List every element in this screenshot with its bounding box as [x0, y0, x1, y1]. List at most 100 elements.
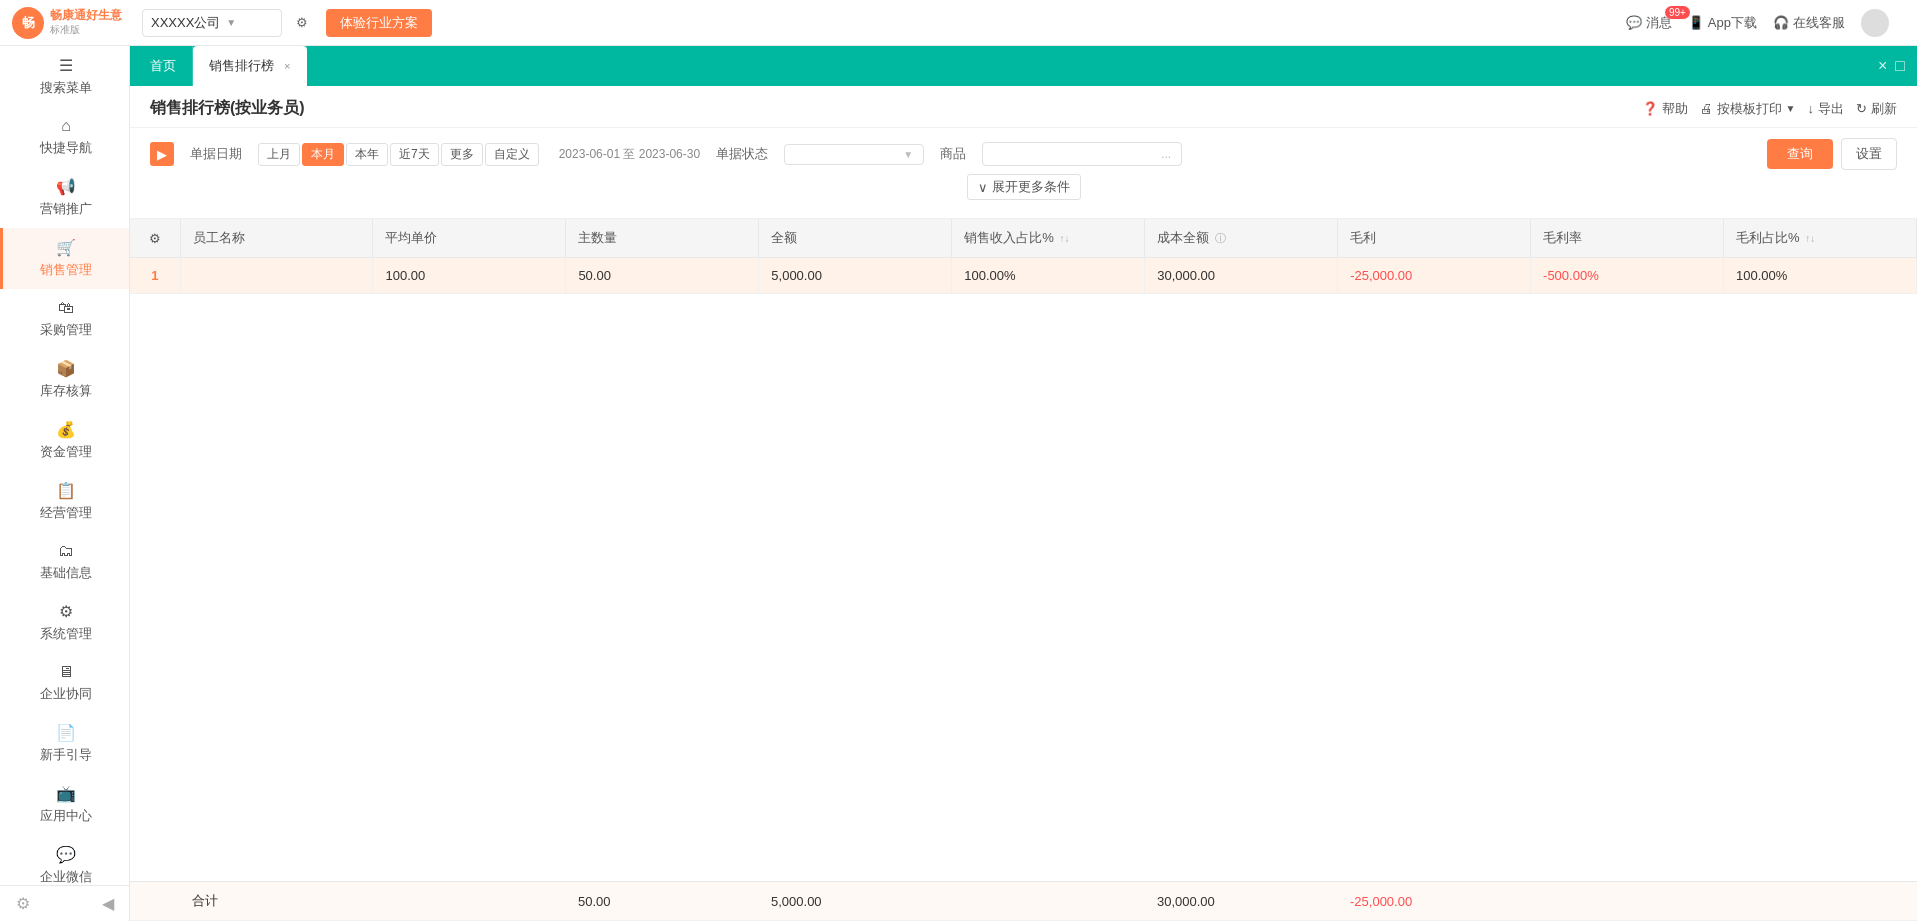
- sidebar-icon-6: 💰: [56, 420, 76, 439]
- print-icon: 🖨: [1700, 101, 1713, 116]
- export-button[interactable]: ↓ 导出: [1808, 100, 1845, 118]
- online-service-button[interactable]: 🎧 在线客服: [1773, 14, 1845, 32]
- sidebar-item-10[interactable]: 🖥 企业协同: [0, 653, 129, 713]
- data-table: ⚙ 员工名称 平均单价 主数量 全额 销售收入占比% ↑↓ 成本全额: [130, 219, 1917, 294]
- tab-bar: 首页 销售排行榜 × × □: [130, 46, 1917, 86]
- sidebar-item-4[interactable]: 🛍 采购管理: [0, 289, 129, 349]
- app-label: App下载: [1708, 14, 1757, 32]
- sidebar-item-8[interactable]: 🗂 基础信息: [0, 532, 129, 592]
- info-icon[interactable]: ⓘ: [1215, 232, 1226, 244]
- phone-icon: 📱: [1688, 15, 1704, 30]
- cell-rank: 1: [130, 258, 180, 294]
- service-label: 在线客服: [1793, 14, 1845, 32]
- action-buttons: 查询 设置: [1767, 138, 1897, 170]
- app-download-button[interactable]: 📱 App下载: [1688, 14, 1757, 32]
- tab-home[interactable]: 首页: [134, 46, 193, 86]
- date-btn-last-month[interactable]: 上月: [258, 143, 300, 166]
- logo-text: 畅康通好生意: [50, 8, 122, 24]
- settings-icon[interactable]: ⚙: [288, 9, 316, 37]
- sidebar-label-8: 基础信息: [40, 564, 92, 582]
- print-dropdown-icon: ▼: [1786, 103, 1796, 114]
- top-right: 💬 消息 99+ 📱 App下载 🎧 在线客服: [1626, 9, 1905, 37]
- refresh-icon: ↻: [1856, 101, 1867, 116]
- goods-input[interactable]: ...: [982, 142, 1182, 166]
- company-name: XXXXX公司: [151, 14, 220, 32]
- refresh-button[interactable]: ↻ 刷新: [1856, 100, 1897, 118]
- date-label: 单据日期: [190, 145, 242, 163]
- avatar[interactable]: [1861, 9, 1889, 37]
- sidebar-label-12: 应用中心: [40, 807, 92, 825]
- table-container: ⚙ 员工名称 平均单价 主数量 全额 销售收入占比% ↑↓ 成本全额: [130, 219, 1917, 881]
- date-btn-this-year[interactable]: 本年: [346, 143, 388, 166]
- table-footer: 合计 50.00 5,000.00 30,000.00 -25,000.00: [130, 881, 1917, 921]
- industry-button[interactable]: 体验行业方案: [326, 9, 432, 37]
- date-btn-this-month[interactable]: 本月: [302, 143, 344, 166]
- sidebar-label-7: 经营管理: [40, 504, 92, 522]
- footer-table: 合计 50.00 5,000.00 30,000.00 -25,000.00: [130, 882, 1917, 921]
- sidebar-label-4: 采购管理: [40, 321, 92, 339]
- sidebar-icon-11: 📄: [56, 723, 76, 742]
- date-btn-last-7-days[interactable]: 近7天: [390, 143, 439, 166]
- cell-gross-rate: -500.00%: [1531, 258, 1724, 294]
- filter-expand-arrow[interactable]: ▶: [150, 142, 174, 166]
- footer-empty-gross-pct: [1724, 882, 1917, 921]
- help-button[interactable]: ❓ 帮助: [1642, 100, 1688, 118]
- tab-close-all-icon[interactable]: ×: [1878, 57, 1887, 75]
- home-tab-label: 首页: [150, 57, 176, 75]
- sidebar-item-2[interactable]: 📢 营销推广: [0, 167, 129, 228]
- tab-close-icon[interactable]: ×: [284, 60, 290, 72]
- message-button[interactable]: 💬 消息 99+: [1626, 14, 1672, 32]
- column-settings-icon: ⚙: [149, 231, 161, 246]
- sidebar-collapse-icon[interactable]: ◀: [102, 894, 114, 913]
- cell-gross: -25,000.00: [1338, 258, 1531, 294]
- sidebar: ☰ 搜索菜单 ⌂ 快捷导航 📢 营销推广 🛒 销售管理 🛍 采购管理 📦 库存核…: [0, 46, 130, 921]
- status-dropdown-icon: ▼: [903, 149, 913, 160]
- sidebar-item-11[interactable]: 📄 新手引导: [0, 713, 129, 774]
- sidebar-item-6[interactable]: 💰 资金管理: [0, 410, 129, 471]
- col-settings[interactable]: ⚙: [130, 219, 180, 258]
- sidebar-label-6: 资金管理: [40, 443, 92, 461]
- sidebar-label-0: 搜索菜单: [40, 79, 92, 97]
- query-button[interactable]: 查询: [1767, 139, 1833, 169]
- logo-area: 畅 畅康通好生意 标准版: [12, 7, 142, 39]
- cell-qty: 50.00: [566, 258, 759, 294]
- status-select[interactable]: ▼: [784, 144, 924, 165]
- filter-row: ▶ 单据日期 上月 本月 本年 近7天 更多 自定义 2023-06-01 至 …: [150, 138, 1897, 170]
- date-btn-more[interactable]: 更多: [441, 143, 483, 166]
- sidebar-items-container: ☰ 搜索菜单 ⌂ 快捷导航 📢 营销推广 🛒 销售管理 🛍 采购管理 📦 库存核…: [0, 46, 129, 921]
- sidebar-label-5: 库存核算: [40, 382, 92, 400]
- sales-rank-tab-label: 销售排行榜: [209, 57, 274, 75]
- cell-gross-pct: 100.00%: [1724, 258, 1917, 294]
- sidebar-item-5[interactable]: 📦 库存核算: [0, 349, 129, 410]
- headset-icon: 🎧: [1773, 15, 1789, 30]
- sidebar-icon-2: 📢: [56, 177, 76, 196]
- help-icon: ❓: [1642, 101, 1658, 116]
- footer-qty: 50.00: [566, 882, 759, 921]
- gross-sort-icon: ↑↓: [1805, 233, 1815, 244]
- sidebar-item-7[interactable]: 📋 经营管理: [0, 471, 129, 532]
- tab-sales-rank[interactable]: 销售排行榜 ×: [193, 46, 307, 86]
- sidebar-item-0[interactable]: ☰ 搜索菜单: [0, 46, 129, 107]
- footer-cost: 30,000.00: [1145, 882, 1338, 921]
- sidebar-bottom: ⚙ ◀: [0, 885, 130, 921]
- col-gross-rate: 毛利率: [1531, 219, 1724, 258]
- tab-right-controls: × □: [1878, 57, 1913, 75]
- tab-restore-icon[interactable]: □: [1895, 57, 1905, 75]
- company-selector[interactable]: XXXXX公司 ▼: [142, 9, 282, 37]
- sidebar-item-12[interactable]: 📺 应用中心: [0, 774, 129, 835]
- date-btn-custom[interactable]: 自定义: [485, 143, 539, 166]
- sidebar-icon-7: 📋: [56, 481, 76, 500]
- sidebar-item-9[interactable]: ⚙ 系统管理: [0, 592, 129, 653]
- sidebar-item-3[interactable]: 🛒 销售管理: [0, 228, 129, 289]
- col-gross-pct: 毛利占比% ↑↓: [1724, 219, 1917, 258]
- settings-button[interactable]: 设置: [1841, 138, 1897, 170]
- sidebar-item-1[interactable]: ⌂ 快捷导航: [0, 107, 129, 167]
- sidebar-settings-icon[interactable]: ⚙: [16, 894, 30, 913]
- sidebar-icon-13: 💬: [56, 845, 76, 864]
- message-badge: 99+: [1665, 6, 1690, 19]
- content-area: 首页 销售排行榜 × × □ 销售排行榜(按业务员) ❓ 帮助: [130, 46, 1917, 921]
- template-print-button[interactable]: 🖨 按模板打印 ▼: [1700, 100, 1796, 118]
- col-sales-pct: 销售收入占比% ↑↓: [952, 219, 1145, 258]
- sidebar-label-2: 营销推广: [40, 200, 92, 218]
- expand-conditions-button[interactable]: ∨ 展开更多条件: [967, 174, 1081, 200]
